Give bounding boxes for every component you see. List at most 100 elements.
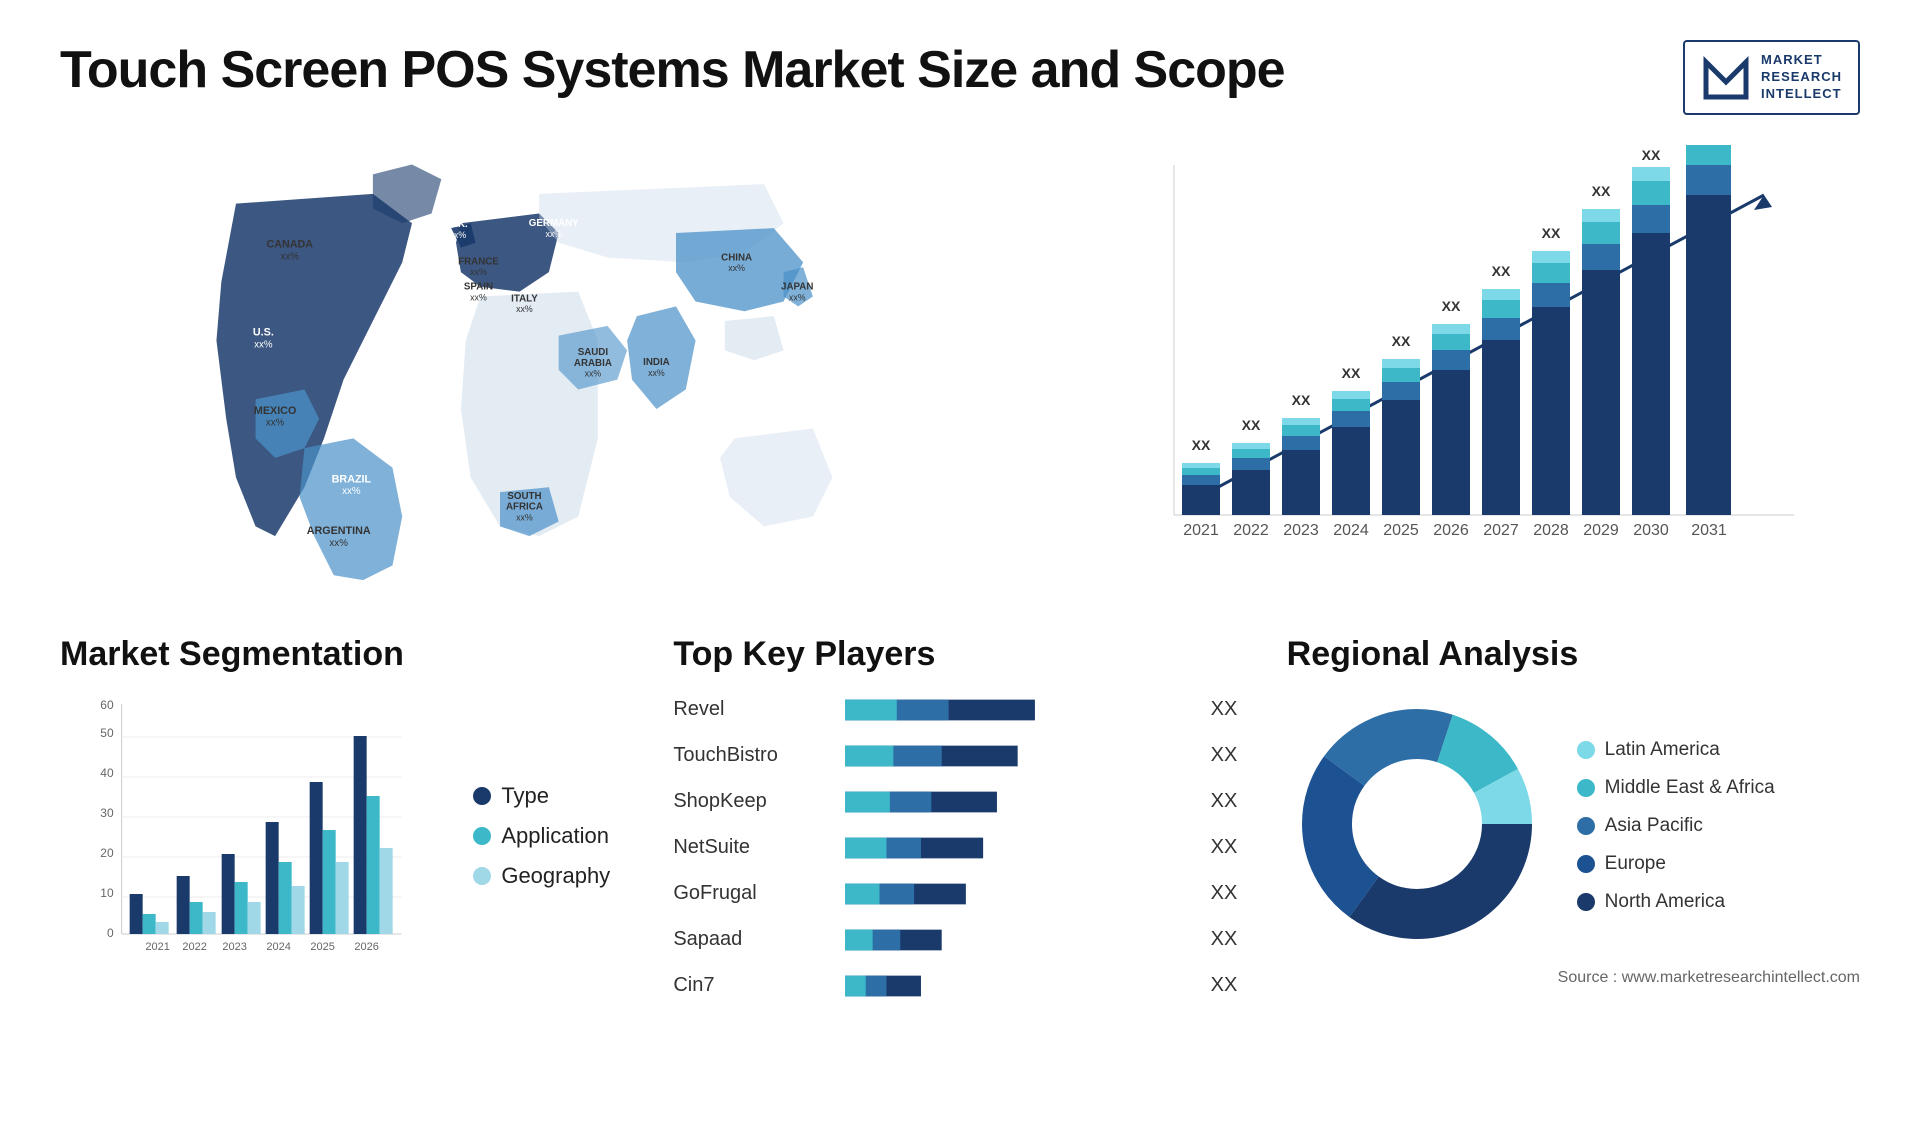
- player-bar-sapaad: [845, 924, 1190, 956]
- svg-text:XX: XX: [1442, 298, 1461, 314]
- logo: MARKET RESEARCH INTELLECT: [1683, 40, 1860, 115]
- player-row-revel: Revel XX: [673, 694, 1246, 726]
- svg-text:SOUTH: SOUTH: [507, 491, 541, 502]
- svg-text:U.K.: U.K.: [448, 219, 468, 230]
- player-xx-shopkeep: XX: [1211, 790, 1247, 813]
- donut-chart: [1287, 694, 1547, 959]
- svg-text:XX: XX: [1392, 333, 1411, 349]
- svg-text:xx%: xx%: [450, 230, 467, 240]
- svg-text:2022: 2022: [1233, 522, 1269, 539]
- type-dot: [473, 787, 491, 805]
- player-xx-touchbistro: XX: [1211, 744, 1247, 767]
- svg-text:2028: 2028: [1533, 522, 1569, 539]
- player-bar-cin7: [845, 970, 1190, 1002]
- player-bar-touchbistro: [845, 740, 1190, 772]
- player-row-gofrugal: GoFrugal XX: [673, 878, 1246, 910]
- player-xx-sapaad: XX: [1211, 928, 1247, 951]
- svg-text:xx%: xx%: [516, 304, 533, 314]
- svg-text:AFRICA: AFRICA: [506, 501, 543, 512]
- segmentation-title: Market Segmentation: [60, 635, 633, 674]
- svg-text:XX: XX: [1342, 365, 1361, 381]
- reg-item-asia-pacific: Asia Pacific: [1577, 815, 1860, 837]
- player-xx-netsuite: XX: [1211, 836, 1247, 859]
- bar-chart-area: XX XX XX XX: [1068, 145, 1860, 585]
- svg-text:2024: 2024: [266, 941, 290, 953]
- regional-legend: Latin America Middle East & Africa Asia …: [1577, 739, 1860, 913]
- legend-item-type: Type: [473, 783, 633, 809]
- regional-title: Regional Analysis: [1287, 635, 1860, 674]
- north-america-dot: [1577, 893, 1595, 911]
- svg-text:INDIA: INDIA: [643, 357, 670, 368]
- svg-text:XX: XX: [1542, 225, 1561, 241]
- svg-text:xx%: xx%: [329, 538, 348, 549]
- svg-text:2025: 2025: [1383, 522, 1419, 539]
- svg-text:xx%: xx%: [545, 229, 562, 239]
- player-bar-shopkeep: [845, 786, 1190, 818]
- legend-application-label: Application: [501, 823, 609, 849]
- player-row-sapaad: Sapaad XX: [673, 924, 1246, 956]
- middle-east-africa-label: Middle East & Africa: [1605, 777, 1775, 799]
- regional-wrap: Latin America Middle East & Africa Asia …: [1287, 694, 1860, 959]
- svg-text:2029: 2029: [1583, 522, 1619, 539]
- reg-item-europe: Europe: [1577, 853, 1860, 875]
- player-row-netsuite: NetSuite XX: [673, 832, 1246, 864]
- player-name-gofrugal: GoFrugal: [673, 882, 833, 905]
- svg-text:xx%: xx%: [281, 251, 300, 262]
- svg-text:U.S.: U.S.: [253, 326, 274, 338]
- seg-svg-wrap: 0 10 20 30 40 50 60: [60, 694, 443, 979]
- seg-chart-container: 0 10 20 30 40 50 60: [60, 694, 633, 979]
- europe-dot: [1577, 855, 1595, 873]
- reg-item-middle-east-africa: Middle East & Africa: [1577, 777, 1860, 799]
- svg-text:FRANCE: FRANCE: [458, 256, 499, 267]
- page-title: Touch Screen POS Systems Market Size and…: [60, 40, 1285, 100]
- player-xx-gofrugal: XX: [1211, 882, 1247, 905]
- donut-svg: [1287, 694, 1547, 954]
- player-name-netsuite: NetSuite: [673, 836, 833, 859]
- legend-item-application: Application: [473, 823, 633, 849]
- middle-east-africa-dot: [1577, 779, 1595, 797]
- svg-text:2021: 2021: [145, 941, 169, 953]
- svg-text:2022: 2022: [182, 941, 206, 953]
- regional-area: Regional Analysis: [1287, 635, 1860, 1002]
- player-name-sapaad: Sapaad: [673, 928, 833, 951]
- player-name-touchbistro: TouchBistro: [673, 744, 833, 767]
- svg-text:2027: 2027: [1483, 522, 1519, 539]
- source-text: Source : www.marketresearchintellect.com: [1287, 969, 1860, 987]
- legend-type-label: Type: [501, 783, 549, 809]
- reg-item-north-america: North America: [1577, 891, 1860, 913]
- svg-text:SPAIN: SPAIN: [464, 281, 493, 292]
- growth-bar-chart: XX XX XX XX: [1068, 145, 1860, 585]
- player-bar-netsuite: [845, 832, 1190, 864]
- player-name-cin7: Cin7: [673, 974, 833, 997]
- seg-legend: Type Application Geography: [473, 783, 633, 889]
- player-bar-gofrugal: [845, 878, 1190, 910]
- svg-text:XX: XX: [1242, 417, 1261, 433]
- player-row-touchbistro: TouchBistro XX: [673, 740, 1246, 772]
- svg-text:MEXICO: MEXICO: [254, 405, 296, 417]
- legend-geography-label: Geography: [501, 863, 610, 889]
- player-name-revel: Revel: [673, 698, 833, 721]
- map-area: CANADA xx% U.S. xx% MEXICO xx% BRAZIL xx…: [60, 145, 1028, 585]
- player-row-shopkeep: ShopKeep XX: [673, 786, 1246, 818]
- geography-dot: [473, 867, 491, 885]
- svg-text:50: 50: [100, 726, 114, 740]
- svg-text:BRAZIL: BRAZIL: [332, 473, 372, 485]
- players-list: Revel XX TouchBistro: [673, 694, 1246, 1002]
- logo-icon: [1701, 52, 1751, 102]
- svg-text:JAPAN: JAPAN: [781, 281, 813, 292]
- top-section: CANADA xx% U.S. xx% MEXICO xx% BRAZIL xx…: [60, 145, 1860, 585]
- north-america-label: North America: [1605, 891, 1725, 913]
- player-row-cin7: Cin7 XX: [673, 970, 1246, 1002]
- europe-label: Europe: [1605, 853, 1666, 875]
- svg-text:xx%: xx%: [342, 486, 361, 497]
- svg-text:2031: 2031: [1691, 522, 1727, 539]
- svg-text:GERMANY: GERMANY: [529, 218, 579, 229]
- svg-text:2023: 2023: [1283, 522, 1319, 539]
- reg-item-latin-america: Latin America: [1577, 739, 1860, 761]
- svg-text:2023: 2023: [222, 941, 246, 953]
- legend-item-geography: Geography: [473, 863, 633, 889]
- svg-text:2024: 2024: [1333, 522, 1369, 539]
- svg-text:CHINA: CHINA: [721, 252, 752, 263]
- svg-text:xx%: xx%: [254, 339, 273, 350]
- svg-text:2026: 2026: [354, 941, 378, 953]
